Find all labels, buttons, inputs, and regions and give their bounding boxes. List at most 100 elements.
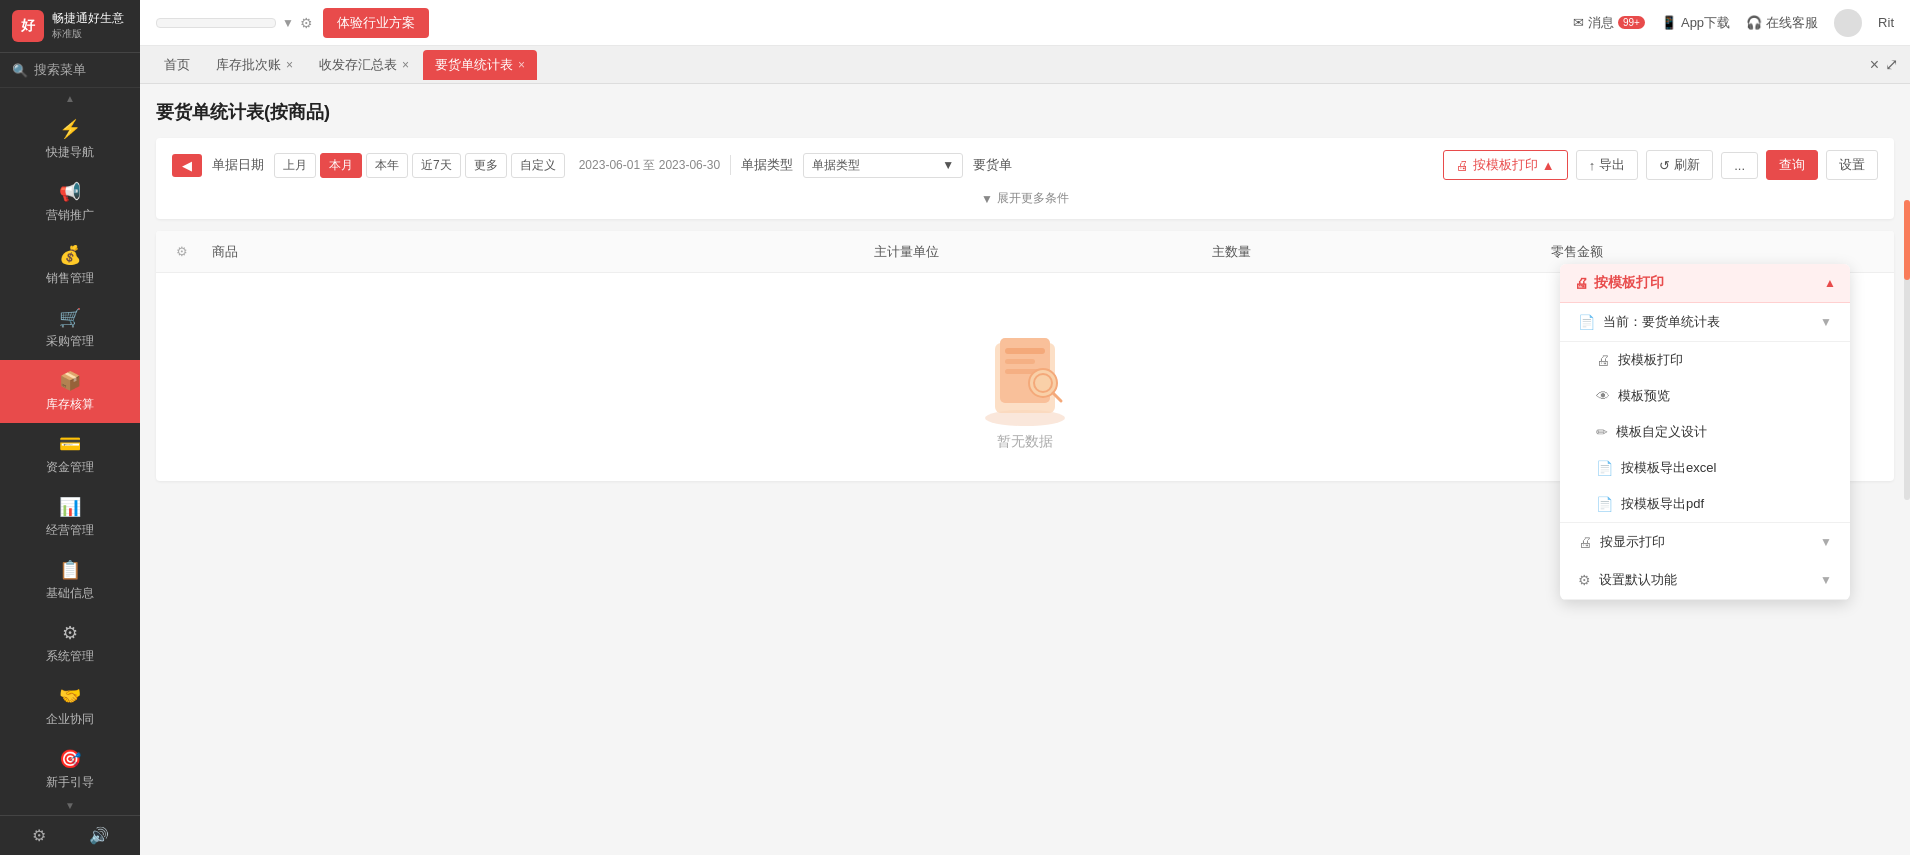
sidebar-search[interactable]: 🔍 搜索菜单 bbox=[0, 53, 140, 88]
headset-icon: 🎧 bbox=[1746, 15, 1762, 30]
tab-order-stats-close[interactable]: × bbox=[518, 58, 525, 72]
tab-inventory-batch[interactable]: 库存批次账 × bbox=[204, 50, 305, 80]
template-preview-icon: 👁 bbox=[1596, 388, 1610, 404]
last-7days-btn[interactable]: 近7天 bbox=[412, 153, 461, 178]
print-btn[interactable]: 🖨 按模板打印 ▲ bbox=[1443, 150, 1568, 180]
expand-more-btn[interactable]: ▼ 展开更多条件 bbox=[981, 190, 1069, 207]
sidebar-item-guide[interactable]: 🎯 新手引导 bbox=[0, 738, 140, 795]
sidebar-item-finance[interactable]: 💳 资金管理 bbox=[0, 423, 140, 486]
type-filter-select[interactable]: 单据类型 ▼ bbox=[803, 153, 963, 178]
tab-home[interactable]: 首页 bbox=[152, 50, 202, 80]
template-export-pdf-item[interactable]: 📄 按模板导出pdf bbox=[1560, 486, 1850, 522]
template-custom-icon: ✏ bbox=[1596, 424, 1608, 440]
speaker-footer-icon[interactable]: 🔊 bbox=[89, 826, 109, 845]
try-industry-button[interactable]: 体验行业方案 bbox=[323, 8, 429, 38]
empty-text: 暂无数据 bbox=[997, 433, 1053, 451]
tab-receipt-summary[interactable]: 收发存汇总表 × bbox=[307, 50, 421, 80]
template-print-label: 按模板打印 bbox=[1618, 351, 1683, 369]
prev-month-btn[interactable]: 上月 bbox=[274, 153, 316, 178]
purchase-icon: 🛒 bbox=[59, 307, 81, 329]
sales-icon: 💰 bbox=[59, 244, 81, 266]
set-default-icon: ⚙ bbox=[1578, 572, 1591, 588]
tab-order-stats[interactable]: 要货单统计表 × bbox=[423, 50, 537, 80]
current-year-btn[interactable]: 本年 bbox=[366, 153, 408, 178]
export-btn[interactable]: ↑ 导出 bbox=[1576, 150, 1639, 180]
main-area: ▼ ⚙ 体验行业方案 ✉ 消息 99+ 📱 App下载 🎧 在线客服 Rit bbox=[140, 0, 1910, 855]
sidebar-scroll-down[interactable]: ▼ bbox=[0, 795, 140, 815]
sidebar-item-sales[interactable]: 💰 销售管理 bbox=[0, 234, 140, 297]
tab-close-all-button[interactable]: × bbox=[1870, 56, 1879, 74]
template-preview-item[interactable]: 👁 模板预览 bbox=[1560, 378, 1850, 414]
tab-expand-button[interactable]: ⤢ bbox=[1885, 55, 1898, 74]
current-month-btn[interactable]: 本月 bbox=[320, 153, 362, 178]
sidebar-nav: ⚡ 快捷导航 📢 营销推广 💰 销售管理 🛒 采购管理 📦 库存核算 💳 资金管… bbox=[0, 108, 140, 795]
sidebar-item-operation[interactable]: 📊 经营管理 bbox=[0, 486, 140, 549]
operation-icon: 📊 bbox=[59, 496, 81, 518]
expand-label: 展开更多条件 bbox=[997, 190, 1069, 207]
sidebar-item-inventory[interactable]: 📦 库存核算 bbox=[0, 360, 140, 423]
sidebar-item-purchase[interactable]: 🛒 采购管理 bbox=[0, 297, 140, 360]
svg-rect-3 bbox=[1005, 348, 1045, 354]
app-download-icon: 📱 bbox=[1661, 15, 1677, 30]
template-export-excel-item[interactable]: 📄 按模板导出excel bbox=[1560, 450, 1850, 486]
sidebar-item-shortcut[interactable]: ⚡ 快捷导航 bbox=[0, 108, 140, 171]
sidebar-item-marketing[interactable]: 📢 营销推广 bbox=[0, 171, 140, 234]
topbar-search-area: ▼ ⚙ bbox=[156, 15, 313, 31]
tab-receipt-summary-close[interactable]: × bbox=[402, 58, 409, 72]
topbar: ▼ ⚙ 体验行业方案 ✉ 消息 99+ 📱 App下载 🎧 在线客服 Rit bbox=[140, 0, 1910, 46]
export-icon: ↑ bbox=[1589, 158, 1596, 173]
expand-row: ▼ 展开更多条件 bbox=[172, 190, 1878, 207]
app-download-label: App下载 bbox=[1681, 14, 1730, 32]
topbar-search-box[interactable] bbox=[156, 18, 276, 28]
topbar-gear-icon[interactable]: ⚙ bbox=[300, 15, 313, 31]
app-version: 标准版 bbox=[52, 27, 124, 41]
sidebar: 好 畅捷通好生意 标准版 🔍 搜索菜单 ▲ ⚡ 快捷导航 📢 营销推广 💰 销售… bbox=[0, 0, 140, 855]
sidebar-item-basic[interactable]: 📋 基础信息 bbox=[0, 549, 140, 612]
tab-inventory-batch-label: 库存批次账 bbox=[216, 56, 281, 74]
collapse-filter-btn[interactable]: ◀ bbox=[172, 154, 202, 177]
sidebar-item-system[interactable]: ⚙ 系统管理 bbox=[0, 612, 140, 675]
template-print-item[interactable]: 🖨 按模板打印 bbox=[1560, 342, 1850, 378]
table-col-gear[interactable]: ⚙ bbox=[168, 244, 204, 259]
collab-icon: 🤝 bbox=[59, 685, 81, 707]
tab-inventory-batch-close[interactable]: × bbox=[286, 58, 293, 72]
date-filter-label: 单据日期 bbox=[212, 156, 264, 174]
app-logo-icon: 好 bbox=[12, 10, 44, 42]
template-custom-item[interactable]: ✏ 模板自定义设计 bbox=[1560, 414, 1850, 450]
display-print-item[interactable]: 🖨 按显示打印 ▼ bbox=[1560, 523, 1850, 561]
custom-date-btn[interactable]: 自定义 bbox=[511, 153, 565, 178]
more-date-btn[interactable]: 更多 bbox=[465, 153, 507, 178]
sidebar-item-label: 快捷导航 bbox=[46, 144, 94, 161]
current-template-item[interactable]: 📄 当前：要货单统计表 ▼ bbox=[1560, 303, 1850, 341]
avatar[interactable] bbox=[1834, 9, 1862, 37]
online-service-btn[interactable]: 🎧 在线客服 bbox=[1746, 14, 1818, 32]
refresh-btn[interactable]: ↺ 刷新 bbox=[1646, 150, 1713, 180]
print-chevron-icon: ▲ bbox=[1542, 158, 1555, 173]
more-btn[interactable]: ... bbox=[1721, 152, 1758, 179]
finance-icon: 💳 bbox=[59, 433, 81, 455]
template-print-icon: 🖨 bbox=[1596, 352, 1610, 368]
scroll-thumb bbox=[1904, 200, 1910, 280]
sidebar-item-collab[interactable]: 🤝 企业协同 bbox=[0, 675, 140, 738]
dropdown-current-section: 📄 当前：要货单统计表 ▼ bbox=[1560, 303, 1850, 342]
current-template-chevron-icon: ▼ bbox=[1820, 315, 1832, 329]
chevron-down-expand-icon: ▼ bbox=[981, 192, 993, 206]
set-default-left: ⚙ 设置默认功能 bbox=[1578, 571, 1677, 589]
system-icon: ⚙ bbox=[62, 622, 78, 644]
page-title: 要货单统计表(按商品) bbox=[156, 100, 1894, 124]
type-filter-chevron-icon: ▼ bbox=[942, 158, 954, 172]
display-print-label: 按显示打印 bbox=[1600, 533, 1665, 551]
sidebar-scroll-up[interactable]: ▲ bbox=[0, 88, 140, 108]
table-col-qty: 主数量 bbox=[1204, 243, 1543, 261]
set-default-label: 设置默认功能 bbox=[1599, 571, 1677, 589]
template-custom-label: 模板自定义设计 bbox=[1616, 423, 1707, 441]
query-btn[interactable]: 查询 bbox=[1766, 150, 1818, 180]
basic-icon: 📋 bbox=[59, 559, 81, 581]
message-btn[interactable]: ✉ 消息 99+ bbox=[1573, 14, 1645, 32]
set-default-item[interactable]: ⚙ 设置默认功能 ▼ bbox=[1560, 561, 1850, 599]
app-download-btn[interactable]: 📱 App下载 bbox=[1661, 14, 1730, 32]
tab-order-stats-label: 要货单统计表 bbox=[435, 56, 513, 74]
print-label: 按模板打印 bbox=[1473, 156, 1538, 174]
settings-footer-icon[interactable]: ⚙ bbox=[32, 826, 46, 845]
settings-btn[interactable]: 设置 bbox=[1826, 150, 1878, 180]
